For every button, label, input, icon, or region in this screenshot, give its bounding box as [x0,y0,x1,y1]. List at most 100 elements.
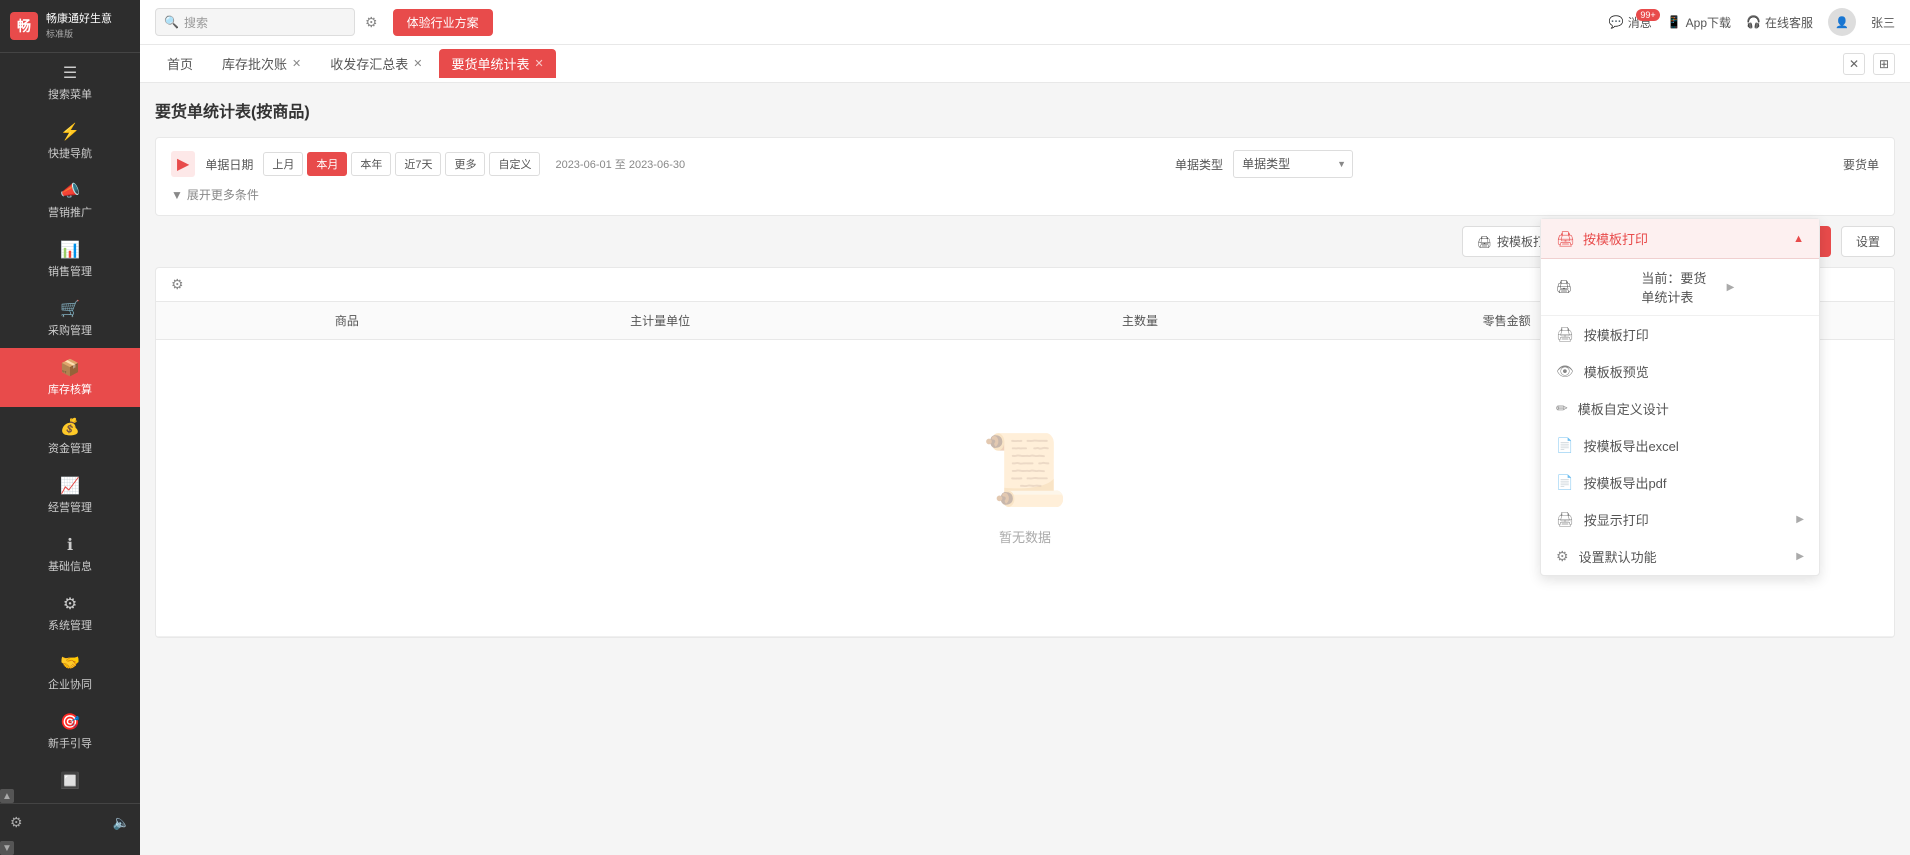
current-template-label[interactable]: 🖨 当前：要货单统计表 ▶ [1541,259,1819,316]
messages-btn[interactable]: 💬 消息 99+ [1609,14,1652,31]
sidebar-item-operation[interactable]: 📈经营管理 [0,466,140,525]
print-item-template-design[interactable]: ✏模板自定义设计 [1541,390,1819,427]
display-print-label: 按显示打印 [1584,510,1649,529]
tab-home[interactable]: 首页 [155,49,205,78]
tab-label: 首页 [167,54,193,73]
default-func-icon: ⚙ [1556,548,1569,565]
sidebar-menu: ☰搜索菜单⚡快捷导航📣营销推广📊销售管理🛒采购管理📦库存核算💰资金管理📈经营管理… [0,53,140,789]
display-print-icon: 🖨 [1556,511,1574,528]
expand-icon: ▼ [171,188,183,202]
order-label: 要货单 [1843,156,1879,173]
sidebar-item-label: 采购管理 [48,322,92,338]
operation-icon: 📈 [60,476,80,496]
type-select[interactable]: 单据类型 [1233,150,1353,178]
sidebar-item-marketing[interactable]: 📣营销推广 [0,171,140,230]
tab-close-icon[interactable]: ✕ [413,57,422,70]
sidebar-item-label: 系统管理 [48,617,92,633]
trial-btn[interactable]: 体验行业方案 [393,9,493,36]
audio-icon[interactable]: 🔈 [113,814,130,831]
tabs-bar: 首页库存批次账✕收发存汇总表✕要货单统计表✕ ✕ ⊞ [140,45,1910,83]
logo-badge: 标准版 [46,27,112,40]
sidebar-item-label: 企业协同 [48,676,92,692]
type-label: 单据类型 [1175,156,1223,173]
filter-expand-icon[interactable]: ▶ [171,151,195,177]
expand-more-btn[interactable]: ▼ 展开更多条件 [171,186,1879,203]
service-label: 在线客服 [1765,14,1813,31]
template-preview-icon: 👁 [1556,363,1574,380]
sidebar-bottom: ⚙ 🔈 [0,803,140,841]
date-btn-自定义[interactable]: 自定义 [489,152,540,176]
sidebar-logo: 畅 畅康通好生意 标准版 [0,0,140,53]
search-box[interactable]: 🔍 搜索 [155,8,355,36]
service-icon: 🎧 [1746,15,1761,29]
sidebar-item-appstore[interactable]: 🔲应用中心 [0,761,140,789]
search-icon: ☰ [63,63,77,83]
inventory-icon: 📦 [60,358,80,378]
print-item-template-print[interactable]: 🖨按模板打印 [1541,316,1819,353]
username-label: 张三 [1871,14,1895,31]
empty-icon: 📜 [981,430,1068,512]
date-btn-更多[interactable]: 更多 [445,152,485,176]
sidebar-item-guide[interactable]: 🎯新手引导 [0,702,140,761]
sidebar-scroll-down[interactable]: ▼ [0,841,14,855]
print-item-template-preview[interactable]: 👁模板板预览 [1541,353,1819,390]
sidebar-item-search[interactable]: ☰搜索菜单 [0,53,140,112]
tab-close-icon[interactable]: ✕ [535,57,544,70]
print-item-export-pdf[interactable]: 📄按模板导出pdf [1541,464,1819,501]
system-icon: ⚙ [63,594,77,614]
print-header-icon: 🖨 [1556,230,1575,248]
date-btn-近7天[interactable]: 近7天 [395,152,441,176]
sidebar-item-system[interactable]: ⚙ 系统管理 [0,584,140,643]
topbar-gear-icon[interactable]: ⚙ [365,14,378,31]
current-chevron-icon: ▶ [1727,282,1804,293]
page-title: 要货单统计表(按商品) [155,98,1895,122]
finance-icon: 💰 [60,417,80,437]
tab-receipt-summary[interactable]: 收发存汇总表 ✕ [318,49,434,78]
main-area: 🔍 搜索 ⚙ 体验行业方案 💬 消息 99+ 📱 App下载 🎧 在线客服 👤 … [140,0,1910,855]
sidebar-item-finance[interactable]: 💰资金管理 [0,407,140,466]
table-settings-icon[interactable]: ⚙ [171,276,184,293]
print-item-display-print[interactable]: 🖨按显示打印▶ [1541,501,1819,538]
sidebar-item-shortcut[interactable]: ⚡快捷导航 [0,112,140,171]
online-service-btn[interactable]: 🎧 在线客服 [1746,14,1813,31]
settings-icon[interactable]: ⚙ [10,814,23,831]
filter-bar: ▶ 单据日期 上月本月本年近7天更多自定义 2023-06-01 至 2023-… [155,137,1895,216]
date-btn-上月[interactable]: 上月 [263,152,303,176]
date-btn-本年[interactable]: 本年 [351,152,391,176]
date-btn-本月[interactable]: 本月 [307,152,347,176]
filter-row: ▶ 单据日期 上月本月本年近7天更多自定义 2023-06-01 至 2023-… [171,150,1879,178]
tab-batch-account[interactable]: 库存批次账 ✕ [210,49,313,78]
print-dropdown-header[interactable]: 🖨 按模板打印 ▲ [1541,219,1819,259]
export-excel-label: 按模板导出excel [1583,436,1678,455]
type-select-wrapper: 单据类型 [1233,150,1353,178]
settings-btn[interactable]: 设置 [1841,226,1895,257]
tab-order-summary[interactable]: 要货单统计表✕ [439,49,555,78]
tab-label: 收发存汇总表 [330,54,408,73]
col-quantity: 主数量 [1107,302,1468,340]
topbar-right: 💬 消息 99+ 📱 App下载 🎧 在线客服 👤 张三 [1609,8,1895,36]
current-label-text: 当前：要货单统计表 [1641,268,1718,306]
sidebar-scroll-up[interactable]: ▲ [0,789,14,803]
avatar[interactable]: 👤 [1828,8,1856,36]
tab-close-icon[interactable]: ✕ [292,57,301,70]
messages-badge: 99+ [1636,9,1659,21]
logo-text: 畅康通好生意 标准版 [46,12,112,39]
sidebar-item-purchase[interactable]: 🛒采购管理 [0,289,140,348]
logo-icon: 畅 [10,12,38,40]
expand-label: 展开更多条件 [187,186,259,203]
sidebar-item-collab[interactable]: 🤝企业协同 [0,643,140,702]
basic-icon: ℹ [67,535,73,555]
empty-text: 暂无数据 [999,527,1051,546]
sidebar-item-inventory[interactable]: 📦库存核算 [0,348,140,407]
close-tab-btn[interactable]: ✕ [1843,53,1865,75]
print-item-default-func[interactable]: ⚙设置默认功能▶ [1541,538,1819,575]
sidebar-item-label: 营销推广 [48,204,92,220]
maximize-btn[interactable]: ⊞ [1873,53,1895,75]
sidebar-item-sales[interactable]: 📊销售管理 [0,230,140,289]
tab-label: 库存批次账 [222,54,287,73]
print-item-export-excel[interactable]: 📄按模板导出excel [1541,427,1819,464]
sidebar-item-label: 快捷导航 [48,145,92,161]
app-download-btn[interactable]: 📱 App下载 [1667,14,1731,31]
sidebar-item-basic[interactable]: ℹ 基础信息 [0,525,140,584]
sidebar-item-label: 基础信息 [48,558,92,574]
